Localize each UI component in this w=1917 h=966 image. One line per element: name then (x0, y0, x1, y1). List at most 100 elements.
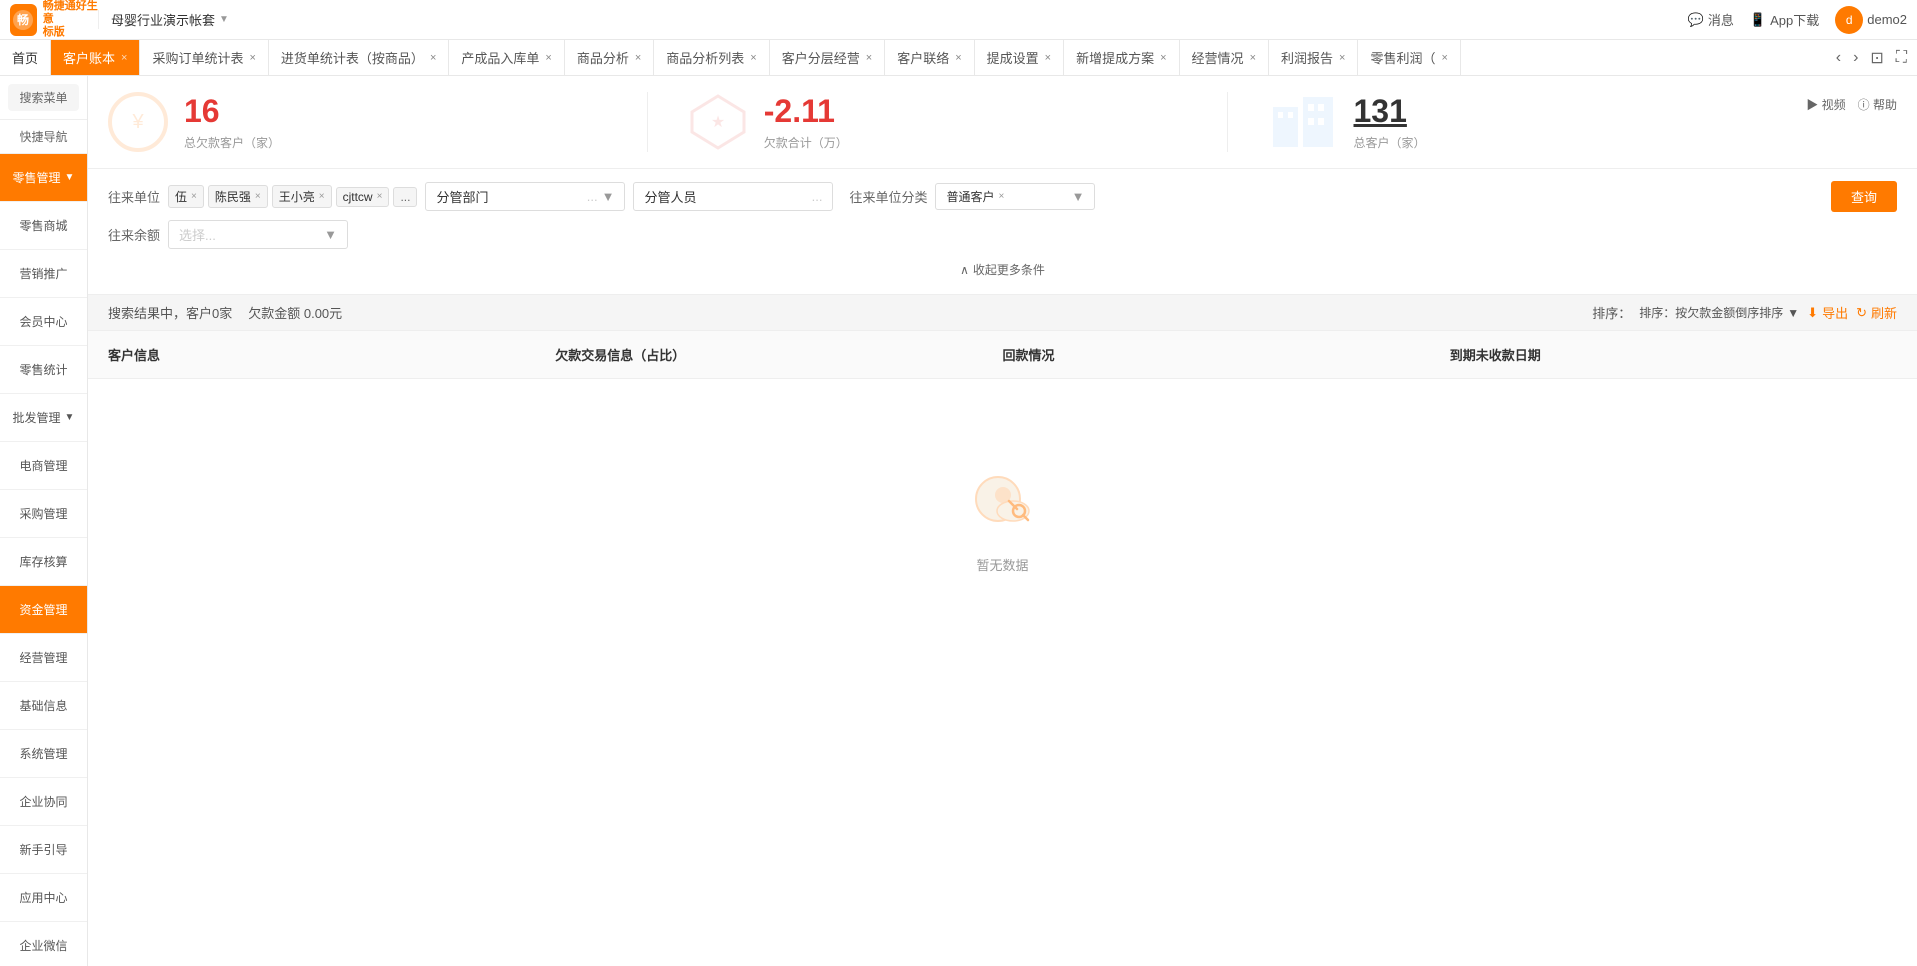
tab-purchase-order-stats[interactable]: 采购订单统计表 × (140, 40, 268, 76)
filter-tag-more[interactable]: ... (393, 187, 417, 207)
sidebar-item-member-center[interactable]: 会员中心 (0, 298, 87, 346)
tab-customer-book[interactable]: 客户账本 × (51, 40, 140, 76)
empty-state: 暂无数据 (88, 379, 1917, 654)
avatar-initial: d (1846, 13, 1853, 27)
tab-customer-book-close[interactable]: × (121, 52, 127, 64)
tab-profit-report-close[interactable]: × (1339, 52, 1345, 64)
tab-product-inbound-close[interactable]: × (545, 52, 551, 64)
sidebar-item-retail-stats[interactable]: 零售统计 (0, 346, 87, 394)
sidebar-item-capital-mgmt[interactable]: 资金管理 (0, 586, 87, 634)
tab-promo-settings[interactable]: 提成设置 × (975, 40, 1064, 76)
filter-tag-chen-close[interactable]: × (255, 191, 261, 202)
query-button[interactable]: 查询 (1831, 181, 1897, 212)
tab-customer-contact[interactable]: 客户联络 × (885, 40, 974, 76)
message-button[interactable]: 💬 消息 (1688, 10, 1734, 29)
balance-filter[interactable]: 选择... ▼ (168, 220, 348, 249)
tab-customer-contact-close[interactable]: × (955, 52, 961, 64)
sidebar-item-retail-mall[interactable]: 零售商城 (0, 202, 87, 250)
unit-type-filter[interactable]: 普通客户 × ▼ (935, 183, 1095, 210)
sidebar-item-enterprise-collab[interactable]: 企业协同 (0, 778, 87, 826)
help-video-link[interactable]: ▶ 视频 (1806, 96, 1845, 113)
enterprise-selector[interactable]: 母婴行业演示帐套 ▼ (98, 10, 278, 29)
sidebar-retail-mgmt-arrow: ▼ (65, 172, 75, 183)
filter-tag-wu: 伍 × (168, 185, 204, 208)
app-download-button[interactable]: 📱 App下载 (1750, 10, 1819, 29)
tab-new-promo-plan-close[interactable]: × (1160, 52, 1166, 64)
tab-product-analysis[interactable]: 商品分析 × (565, 40, 654, 76)
tab-home[interactable]: 首页 (0, 40, 51, 76)
export-icon: ⬇ (1807, 305, 1818, 321)
tab-prev-icon[interactable]: ‹ (1832, 47, 1845, 69)
tab-product-analysis-list[interactable]: 商品分析列表 × (654, 40, 769, 76)
table-header-due-date: 到期未收款日期 (1450, 341, 1897, 368)
stat-card-total-debt: ★ -2.11 欠款合计（万） (648, 92, 1228, 152)
sidebar-item-ops-mgmt[interactable]: 经营管理 (0, 634, 87, 682)
tab-purchase-order-stats-close[interactable]: × (249, 52, 255, 64)
refresh-icon: ↻ (1856, 305, 1867, 321)
refresh-button[interactable]: ↻ 刷新 (1856, 303, 1897, 322)
tab-next-icon[interactable]: › (1849, 47, 1862, 69)
sidebar-search-button[interactable]: 搜索菜单 (8, 84, 79, 111)
sidebar-sys-mgmt-label: 系统管理 (19, 745, 67, 762)
dept-filter[interactable]: 分管部门 ... ▼ (425, 182, 625, 211)
tab-business-status[interactable]: 经营情况 × (1180, 40, 1269, 76)
collapse-arrow-icon: ∧ (960, 263, 969, 277)
filter-tag-chen-text: 陈民强 (215, 188, 251, 205)
sidebar-newbie-guide-label: 新手引导 (19, 841, 67, 858)
tab-purchase-stats-by-product[interactable]: 进货单统计表（按商品） × (269, 40, 449, 76)
filter-tag-cjttcw-close[interactable]: × (377, 191, 383, 202)
logo-text-line2: 标版 (43, 26, 98, 39)
result-bar: 搜索结果中，客户0家 欠款金额 0.00元 排序： 排序：按欠款金额倒序排序 ▼… (88, 295, 1917, 331)
tab-retail-profit[interactable]: 零售利润（ × (1358, 40, 1460, 76)
tab-profit-report[interactable]: 利润报告 × (1269, 40, 1358, 76)
tab-restore-icon[interactable]: ⊡ (1866, 46, 1887, 70)
dept-more-dots: ... (587, 189, 598, 204)
user-profile[interactable]: d demo2 (1835, 6, 1907, 34)
sidebar-item-inventory-check[interactable]: 库存核算 (0, 538, 87, 586)
main-layout: 搜索菜单 快捷导航 零售管理 ▼ 零售商城 营销推广 会员中心 零售统计 批发管… (0, 76, 1917, 966)
tab-purchase-stats-close[interactable]: × (430, 52, 436, 64)
filter-tag-wu-close[interactable]: × (191, 191, 197, 202)
tab-promo-settings-close[interactable]: × (1045, 52, 1051, 64)
unit-type-dropdown-icon: ▼ (1072, 189, 1085, 204)
sidebar-item-basic-info[interactable]: 基础信息 (0, 682, 87, 730)
top-right-actions: 💬 消息 📱 App下载 d demo2 (1688, 6, 1907, 34)
collapse-button[interactable]: ∧ 收起更多条件 (108, 257, 1897, 282)
tab-business-status-close[interactable]: × (1250, 52, 1256, 64)
tab-product-analysis-list-close[interactable]: × (750, 52, 756, 64)
stat-card-total-debtors: ¥ 16 总欠款客户（家） (108, 92, 648, 152)
sidebar-item-sys-mgmt[interactable]: 系统管理 (0, 730, 87, 778)
table-header: 客户信息 欠款交易信息（占比） 回款情况 到期未收款日期 (88, 331, 1917, 379)
sidebar-item-wholesale-mgmt[interactable]: 批发管理 ▼ (0, 394, 87, 442)
help-text-link[interactable]: ⓘ 帮助 (1858, 96, 1897, 113)
tab-maximize-icon[interactable]: ⛶ (1892, 47, 1911, 69)
sidebar-item-app-center[interactable]: 应用中心 (0, 874, 87, 922)
tab-customer-segment-close[interactable]: × (866, 52, 872, 64)
sidebar-item-marketing[interactable]: 营销推广 (0, 250, 87, 298)
stat-icon-customers (1268, 92, 1338, 152)
sidebar-item-enterprise-wechat[interactable]: 企业微信 (0, 922, 87, 966)
sidebar-item-ecom-mgmt[interactable]: 电商管理 (0, 442, 87, 490)
sidebar-enterprise-collab-label: 企业协同 (19, 793, 67, 810)
sidebar-quick-nav[interactable]: 快捷导航 (0, 120, 87, 154)
tab-product-analysis-list-label: 商品分析列表 (666, 48, 744, 67)
export-button[interactable]: ⬇ 导出 (1807, 303, 1848, 322)
unit-type-tag-close[interactable]: × (998, 191, 1004, 202)
tab-product-analysis-close[interactable]: × (635, 52, 641, 64)
tab-product-inbound[interactable]: 产成品入库单 × (449, 40, 564, 76)
result-amount: 欠款金额 0.00元 (248, 303, 342, 322)
filter-tag-wang-close[interactable]: × (319, 191, 325, 202)
tab-new-promo-plan[interactable]: 新增提成方案 × (1064, 40, 1179, 76)
person-filter[interactable]: 分管人员 ... (633, 182, 833, 211)
stat-info-debt: -2.11 欠款合计（万） (764, 93, 848, 151)
sidebar-item-newbie-guide[interactable]: 新手引导 (0, 826, 87, 874)
sort-select-text: 排序：按欠款金额倒序排序 (1639, 304, 1783, 321)
table-header-repayment: 回款情况 (1003, 341, 1450, 368)
tab-retail-profit-close[interactable]: × (1441, 52, 1447, 64)
tab-customer-segment[interactable]: 客户分层经营 × (770, 40, 885, 76)
filter-tag-wang: 王小亮 × (272, 185, 332, 208)
sidebar-item-retail-mgmt[interactable]: 零售管理 ▼ (0, 154, 87, 202)
filter-tag-wang-text: 王小亮 (279, 188, 315, 205)
sidebar-item-purchase-mgmt[interactable]: 采购管理 (0, 490, 87, 538)
sort-select[interactable]: 排序：按欠款金额倒序排序 ▼ (1639, 304, 1799, 321)
